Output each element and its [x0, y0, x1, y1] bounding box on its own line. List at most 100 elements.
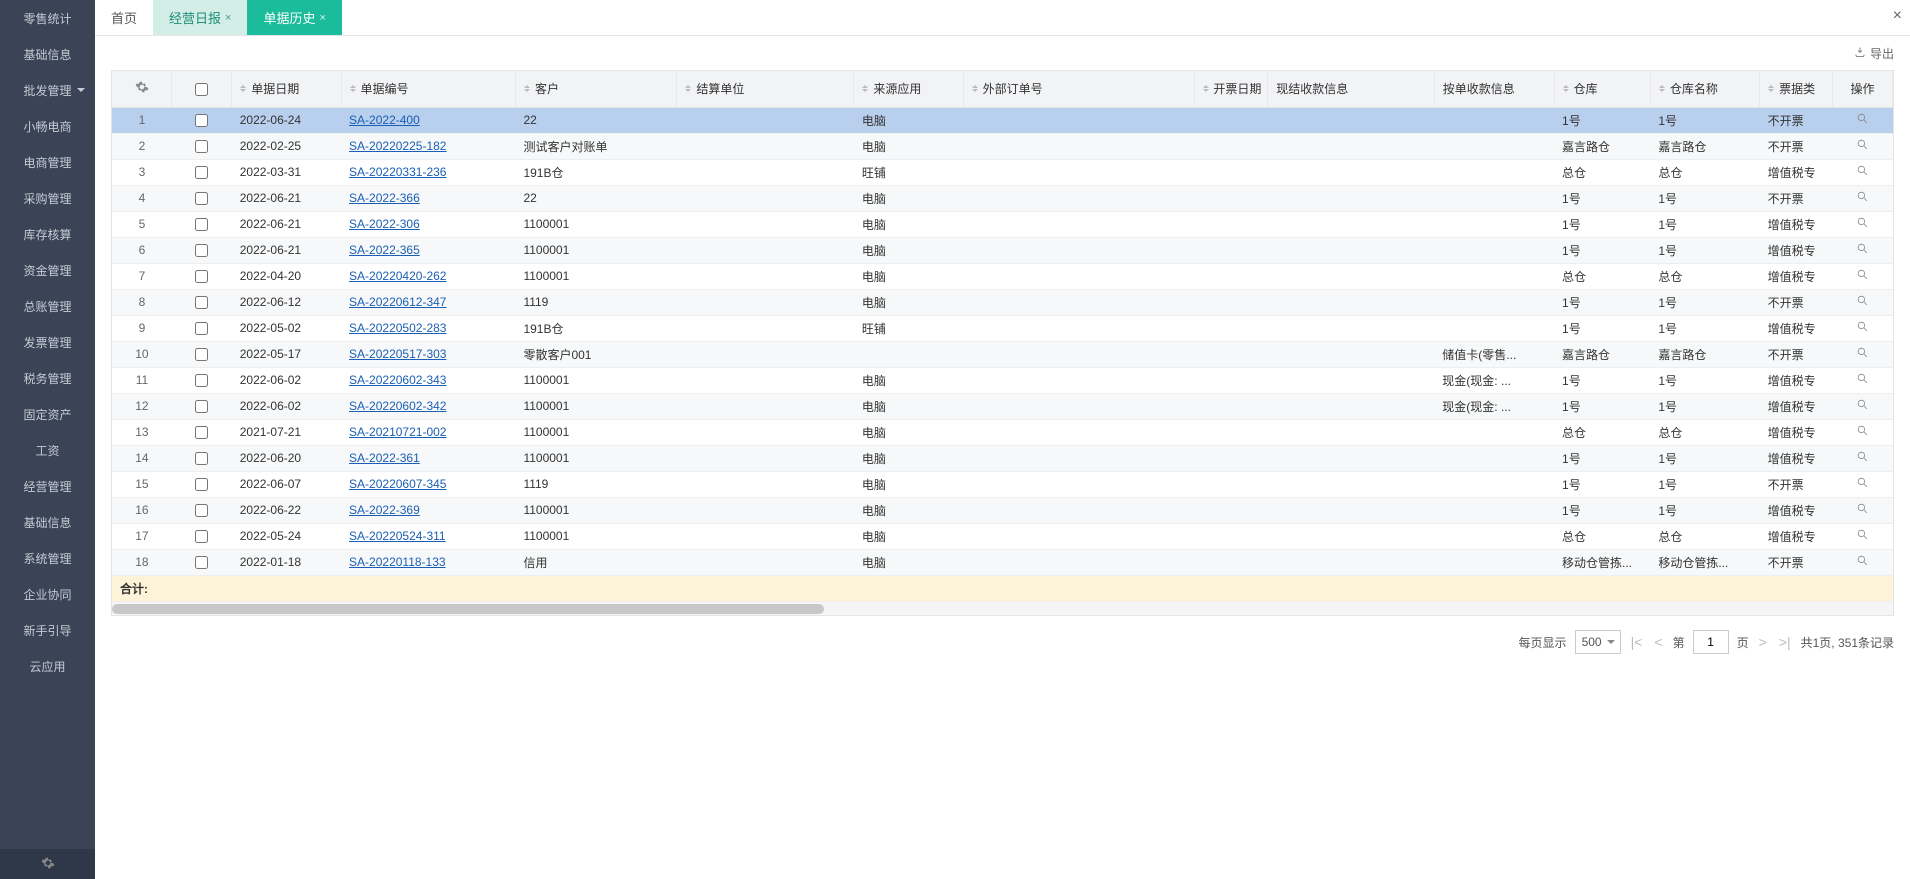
table-row[interactable]: 52022-06-21SA-2022-3061100001电脑1号1号增值税专 — [112, 211, 1893, 237]
doc-no-link[interactable]: SA-20220118-133 — [349, 555, 446, 569]
row-checkbox[interactable] — [195, 556, 208, 569]
doc-no-link[interactable]: SA-20220602-343 — [349, 373, 446, 387]
search-icon[interactable] — [1856, 530, 1869, 544]
sidebar-item-12[interactable]: 工资 — [0, 432, 95, 468]
col-cash-info[interactable]: 现结收款信息 — [1268, 71, 1435, 107]
col-customer[interactable]: 客户 — [515, 71, 676, 107]
col-by-order-info[interactable]: 按单收款信息 — [1434, 71, 1554, 107]
search-icon[interactable] — [1856, 374, 1869, 388]
sidebar-item-11[interactable]: 固定资产 — [0, 396, 95, 432]
search-icon[interactable] — [1856, 296, 1869, 310]
row-checkbox[interactable] — [195, 374, 208, 387]
row-checkbox[interactable] — [195, 322, 208, 335]
table-row[interactable]: 132021-07-21SA-20210721-0021100001电脑总仓总仓… — [112, 419, 1893, 445]
search-icon[interactable] — [1856, 140, 1869, 154]
row-checkbox[interactable] — [195, 426, 208, 439]
col-source-app[interactable]: 来源应用 — [854, 71, 963, 107]
row-checkbox[interactable] — [195, 400, 208, 413]
row-checkbox[interactable] — [195, 296, 208, 309]
table-row[interactable]: 162022-06-22SA-2022-3691100001电脑1号1号增值税专 — [112, 497, 1893, 523]
table-row[interactable]: 122022-06-02SA-20220602-3421100001电脑现金(现… — [112, 393, 1893, 419]
row-checkbox[interactable] — [195, 270, 208, 283]
row-checkbox[interactable] — [195, 218, 208, 231]
table-row[interactable]: 72022-04-20SA-20220420-2621100001电脑总仓总仓增… — [112, 263, 1893, 289]
sidebar-item-16[interactable]: 企业协同 — [0, 576, 95, 612]
table-row[interactable]: 22022-02-25SA-20220225-182测试客户对账单电脑嘉言路仓嘉… — [112, 133, 1893, 159]
search-icon[interactable] — [1856, 504, 1869, 518]
row-checkbox[interactable] — [195, 244, 208, 257]
row-checkbox[interactable] — [195, 478, 208, 491]
sidebar-item-5[interactable]: 采购管理 — [0, 180, 95, 216]
doc-no-link[interactable]: SA-20220225-182 — [349, 139, 446, 153]
close-icon[interactable]: × — [319, 12, 325, 24]
select-all-checkbox[interactable] — [195, 83, 208, 96]
table-row[interactable]: 172022-05-24SA-20220524-3111100001电脑总仓总仓… — [112, 523, 1893, 549]
table-row[interactable]: 62022-06-21SA-2022-3651100001电脑1号1号增值税专 — [112, 237, 1893, 263]
col-ext-order-no[interactable]: 外部订单号 — [963, 71, 1195, 107]
page-input[interactable] — [1693, 630, 1729, 654]
col-settle-unit[interactable]: 结算单位 — [677, 71, 854, 107]
sidebar-item-14[interactable]: 基础信息 — [0, 504, 95, 540]
table-row[interactable]: 152022-06-07SA-20220607-3451119电脑1号1号不开票 — [112, 471, 1893, 497]
sidebar-item-8[interactable]: 总账管理 — [0, 288, 95, 324]
row-checkbox[interactable] — [195, 504, 208, 517]
col-settings[interactable] — [112, 71, 172, 107]
doc-no-link[interactable]: SA-20220331-236 — [349, 165, 446, 179]
doc-no-link[interactable]: SA-2022-366 — [349, 191, 420, 205]
close-all-tabs[interactable]: × — [1893, 8, 1902, 24]
sidebar-item-17[interactable]: 新手引导 — [0, 612, 95, 648]
doc-no-link[interactable]: SA-20210721-002 — [349, 425, 446, 439]
last-page[interactable]: >| — [1777, 634, 1793, 650]
table-row[interactable]: 12022-06-24SA-2022-40022电脑1号1号不开票 — [112, 107, 1893, 133]
search-icon[interactable] — [1856, 270, 1869, 284]
row-checkbox[interactable] — [195, 114, 208, 127]
tab-2[interactable]: 单据历史× — [247, 0, 341, 35]
first-page[interactable]: |< — [1629, 634, 1645, 650]
table-row[interactable]: 182022-01-18SA-20220118-133信用电脑移动仓管拣...移… — [112, 549, 1893, 575]
table-row[interactable]: 142022-06-20SA-2022-3611100001电脑1号1号增值税专 — [112, 445, 1893, 471]
search-icon[interactable] — [1856, 426, 1869, 440]
scrollbar-thumb[interactable] — [112, 604, 824, 614]
row-checkbox[interactable] — [195, 530, 208, 543]
search-icon[interactable] — [1856, 114, 1869, 128]
table-row[interactable]: 92022-05-02SA-20220502-283191B仓旺铺1号1号增值税… — [112, 315, 1893, 341]
doc-no-link[interactable]: SA-2022-369 — [349, 503, 420, 517]
search-icon[interactable] — [1856, 556, 1869, 570]
doc-no-link[interactable]: SA-2022-400 — [349, 113, 420, 127]
sidebar-item-7[interactable]: 资金管理 — [0, 252, 95, 288]
search-icon[interactable] — [1856, 322, 1869, 336]
close-icon[interactable]: × — [225, 12, 231, 24]
table-row[interactable]: 82022-06-12SA-20220612-3471119电脑1号1号不开票 — [112, 289, 1893, 315]
sidebar-item-0[interactable]: 零售统计 — [0, 0, 95, 36]
sidebar-item-10[interactable]: 税务管理 — [0, 360, 95, 396]
sidebar-item-2[interactable]: 批发管理 — [0, 72, 95, 108]
table-row[interactable]: 42022-06-21SA-2022-36622电脑1号1号不开票 — [112, 185, 1893, 211]
table-row[interactable]: 112022-06-02SA-20220602-3431100001电脑现金(现… — [112, 367, 1893, 393]
tab-0[interactable]: 首页 — [95, 0, 153, 35]
search-icon[interactable] — [1856, 192, 1869, 206]
row-checkbox[interactable] — [195, 166, 208, 179]
sidebar-item-15[interactable]: 系统管理 — [0, 540, 95, 576]
col-invoice-type[interactable]: 票据类 — [1760, 71, 1833, 107]
sidebar-settings[interactable] — [0, 849, 95, 879]
col-bill-date[interactable]: 开票日期 — [1195, 71, 1268, 107]
doc-no-link[interactable]: SA-20220502-283 — [349, 321, 446, 335]
row-checkbox[interactable] — [195, 452, 208, 465]
export-button[interactable]: 导出 — [1854, 45, 1894, 62]
sidebar-item-18[interactable]: 云应用 — [0, 648, 95, 684]
sidebar-item-13[interactable]: 经营管理 — [0, 468, 95, 504]
doc-no-link[interactable]: SA-2022-361 — [349, 451, 420, 465]
tab-1[interactable]: 经营日报× — [153, 0, 247, 35]
col-warehouse[interactable]: 仓库 — [1554, 71, 1650, 107]
doc-no-link[interactable]: SA-2022-365 — [349, 243, 420, 257]
table-row[interactable]: 102022-05-17SA-20220517-303零散客户001储值卡(零售… — [112, 341, 1893, 367]
per-page-select[interactable]: 500 — [1575, 630, 1621, 654]
search-icon[interactable] — [1856, 478, 1869, 492]
sidebar-item-1[interactable]: 基础信息 — [0, 36, 95, 72]
col-warehouse-name[interactable]: 仓库名称 — [1650, 71, 1759, 107]
table-row[interactable]: 32022-03-31SA-20220331-236191B仓旺铺总仓总仓增值税… — [112, 159, 1893, 185]
col-doc-date[interactable]: 单据日期 — [232, 71, 341, 107]
search-icon[interactable] — [1856, 244, 1869, 258]
sidebar-item-6[interactable]: 库存核算 — [0, 216, 95, 252]
row-checkbox[interactable] — [195, 140, 208, 153]
